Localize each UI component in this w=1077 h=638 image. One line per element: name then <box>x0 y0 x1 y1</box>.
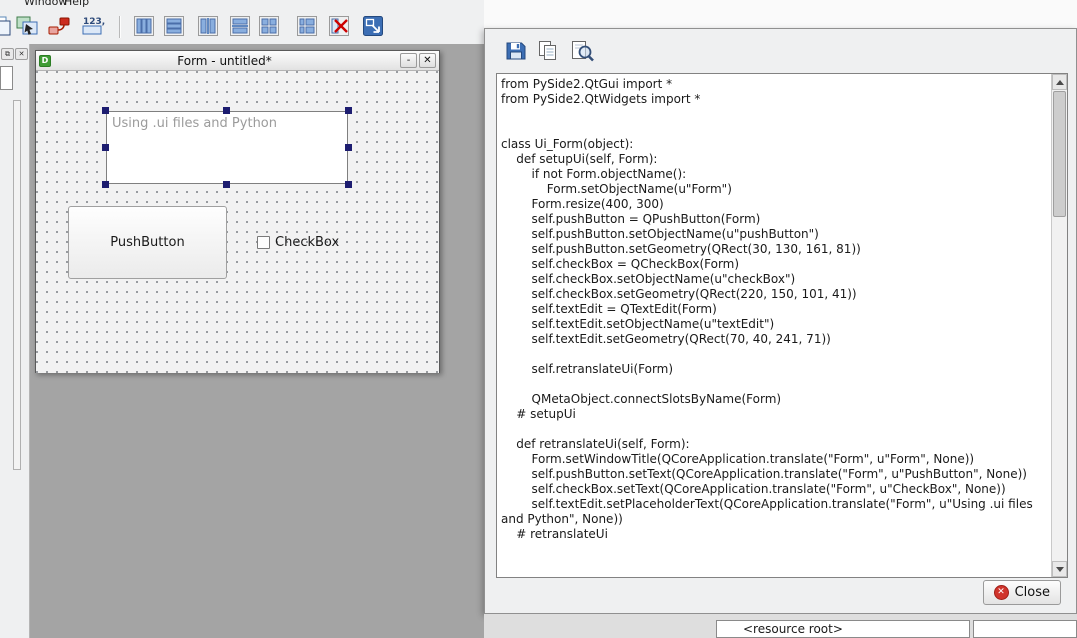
form-canvas[interactable]: Using .ui files and Python PushButton Ch… <box>36 71 439 373</box>
scrollbar-thumb[interactable] <box>1053 91 1066 217</box>
copy-icon[interactable] <box>535 38 561 64</box>
layout-vertical-icon[interactable] <box>161 12 187 40</box>
textedit-placeholder: Using .ui files and Python <box>112 116 277 131</box>
main-toolbar: 123, <box>0 9 484 45</box>
toolbar-separator <box>119 16 121 38</box>
dock-float-button[interactable]: ⧉ <box>1 48 14 60</box>
minimize-button[interactable]: - <box>400 53 417 68</box>
break-layout-icon[interactable] <box>326 12 352 40</box>
code-line <box>501 422 1049 437</box>
menubar: Window Help <box>0 0 484 9</box>
code-line: self.checkBox.setObjectName(u"checkBox") <box>501 272 1049 287</box>
form-window-icon: D <box>39 55 51 67</box>
code-line: and Python", None)) <box>501 512 1049 527</box>
close-icon: ✕ <box>994 585 1009 600</box>
save-icon[interactable] <box>503 38 529 64</box>
code-line: self.pushButton = QPushButton(Form) <box>501 212 1049 227</box>
menu-help[interactable]: Help <box>64 0 89 8</box>
code-line: self.checkBox = QCheckBox(Form) <box>501 257 1049 272</box>
edit-widgets-icon[interactable] <box>14 12 40 40</box>
filter-input[interactable] <box>0 66 13 90</box>
menu-window[interactable]: Window <box>24 0 67 8</box>
code-preview-dialog: from PySide2.QtGui import *from PySide2.… <box>484 28 1077 614</box>
code-line: QMetaObject.connectSlotsByName(Form) <box>501 392 1049 407</box>
code-line: # setupUi <box>501 407 1049 422</box>
textedit-widget[interactable]: Using .ui files and Python <box>106 111 348 184</box>
code-line <box>501 107 1049 122</box>
code-line: class Ui_Form(object): <box>501 137 1049 152</box>
code-line: self.textEdit.setGeometry(QRect(70, 40, … <box>501 332 1049 347</box>
code-line: self.checkBox.setGeometry(QRect(220, 150… <box>501 287 1049 302</box>
mdi-area: D Form - untitled* - ✕ Using .ui files a… <box>30 44 484 638</box>
form-window-title: Form - untitled* <box>51 54 398 68</box>
checkbox-indicator[interactable] <box>257 236 270 249</box>
close-button[interactable]: ✕ <box>419 53 436 68</box>
up-arrow-icon <box>1056 80 1064 85</box>
new-form-icon[interactable] <box>0 12 13 40</box>
code-line: self.pushButton.setObjectName(u"pushButt… <box>501 227 1049 242</box>
dialog-close-button[interactable]: ✕ Close <box>983 580 1061 605</box>
bottom-panel: <resource root> <box>484 614 1077 638</box>
code-line: Form.setWindowTitle(QCoreApplication.tra… <box>501 452 1049 467</box>
code-line: self.textEdit = QTextEdit(Form) <box>501 302 1049 317</box>
adjust-size-icon[interactable] <box>360 12 386 40</box>
checkbox-widget[interactable]: CheckBox <box>257 234 339 250</box>
left-panel-scrollbar[interactable] <box>13 100 21 470</box>
resource-root-label: <resource root> <box>743 622 843 636</box>
layout-horizontal-icon[interactable] <box>131 12 157 40</box>
svg-text:123,: 123, <box>83 17 105 27</box>
code-line: def retranslateUi(self, Form): <box>501 437 1049 452</box>
left-dock-area: ⧉ ✕ <box>0 44 30 638</box>
resource-root-item[interactable]: <resource root> <box>716 620 970 638</box>
form-window-titlebar[interactable]: D Form - untitled* - ✕ <box>36 51 439 71</box>
code-line: from PySide2.QtWidgets import * <box>501 92 1049 107</box>
layout-horizontal-splitter-icon[interactable] <box>195 12 221 40</box>
code-line: self.textEdit.setPlaceholderText(QCoreAp… <box>501 497 1049 512</box>
code-line: self.pushButton.setText(QCoreApplication… <box>501 467 1049 482</box>
dock-close-button[interactable]: ✕ <box>15 48 28 60</box>
code-line: Form.setObjectName(u"Form") <box>501 182 1049 197</box>
edit-tab-order-icon[interactable]: 123, <box>80 12 106 40</box>
resource-panel-fragment <box>973 620 1077 638</box>
form-designer-window: D Form - untitled* - ✕ Using .ui files a… <box>35 50 440 373</box>
code-line: self.retranslateUi(Form) <box>501 362 1049 377</box>
code-line: self.checkBox.setText(QCoreApplication.t… <box>501 482 1049 497</box>
pushbutton-widget[interactable]: PushButton <box>68 206 227 279</box>
layout-grid-icon[interactable] <box>256 12 282 40</box>
edit-signals-slots-icon[interactable] <box>46 12 72 40</box>
find-icon[interactable] <box>569 38 595 64</box>
code-line <box>501 122 1049 137</box>
scroll-up-button[interactable] <box>1052 74 1067 90</box>
close-button-label: Close <box>1015 585 1050 600</box>
code-line: # retranslateUi <box>501 527 1049 542</box>
code-line: self.pushButton.setGeometry(QRect(30, 13… <box>501 242 1049 257</box>
scroll-down-button[interactable] <box>1052 561 1067 577</box>
code-line: if not Form.objectName(): <box>501 167 1049 182</box>
code-line <box>501 377 1049 392</box>
code-line: Form.resize(400, 300) <box>501 197 1049 212</box>
code-text: from PySide2.QtGui import *from PySide2.… <box>501 77 1049 542</box>
layout-form-icon[interactable] <box>294 12 320 40</box>
layout-vertical-splitter-icon[interactable] <box>227 12 253 40</box>
code-line <box>501 347 1049 362</box>
code-line: def setupUi(self, Form): <box>501 152 1049 167</box>
vertical-scrollbar[interactable] <box>1051 74 1067 577</box>
background-area <box>484 0 1077 28</box>
code-line: from PySide2.QtGui import * <box>501 77 1049 92</box>
code-line: self.textEdit.setObjectName(u"textEdit") <box>501 317 1049 332</box>
checkbox-label: CheckBox <box>275 235 339 250</box>
code-editor[interactable]: from PySide2.QtGui import *from PySide2.… <box>496 73 1068 578</box>
down-arrow-icon <box>1056 567 1064 572</box>
